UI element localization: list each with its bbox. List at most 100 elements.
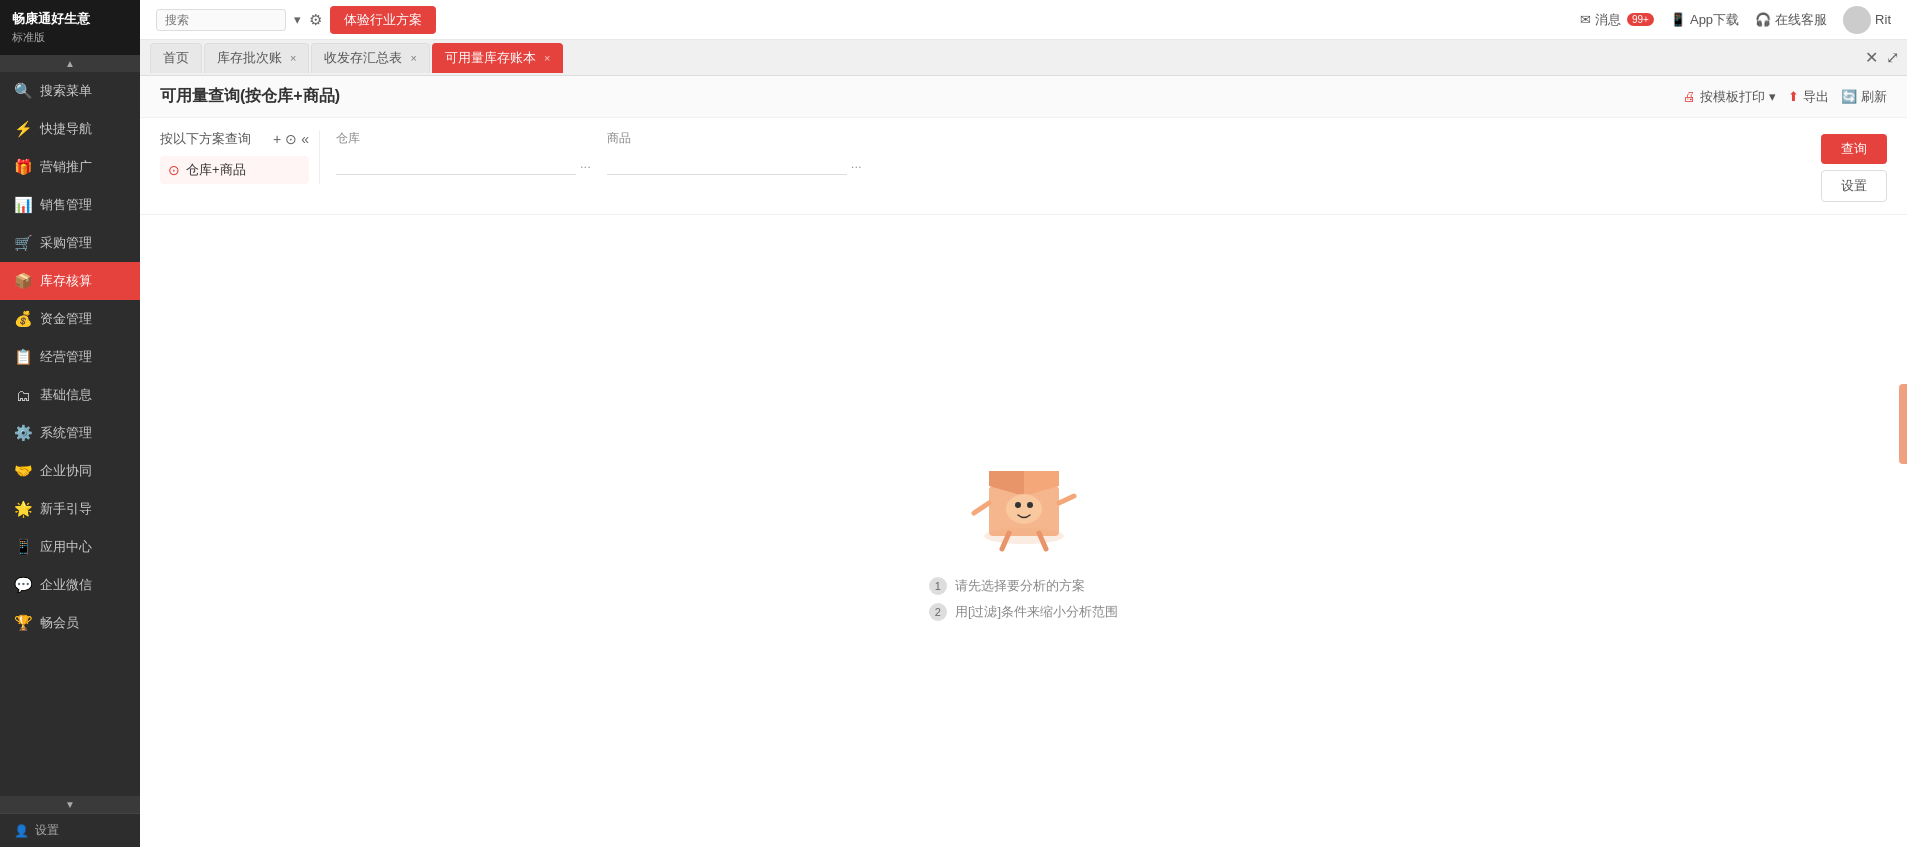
sidebar-item-appcenter[interactable]: 📱 应用中心 (0, 528, 140, 566)
sidebar-icon-sales: 📊 (14, 196, 32, 214)
sidebar-item-operation[interactable]: 📋 经营管理 (0, 338, 140, 376)
collapse-scheme-button[interactable]: « (301, 131, 309, 147)
export-button[interactable]: ⬆ 导出 (1788, 88, 1829, 106)
query-sidebar-header: 按以下方案查询 + ⊙ « (160, 130, 309, 148)
sidebar-icon-quicknav: ⚡ (14, 120, 32, 138)
sidebar-label-marketing: 营销推广 (40, 158, 92, 176)
refresh-label: 刷新 (1861, 88, 1887, 106)
top-header-right: ✉ 消息 99+ 📱 App下载 🎧 在线客服 Rit (1580, 6, 1891, 34)
sidebar-icon-purchase: 🛒 (14, 234, 32, 252)
empty-tips: 1 请先选择要分析的方案 2 用[过滤]条件来缩小分析范围 (929, 577, 1118, 621)
tab-available_ledger[interactable]: 可用量库存账本× (432, 43, 563, 73)
filter-group-product: 商品 ... (607, 130, 862, 175)
sidebar-item-sales[interactable]: 📊 销售管理 (0, 186, 140, 224)
query-scheme-item[interactable]: ⊙ 仓库+商品 (160, 156, 309, 184)
sidebar-bottom-label: 设置 (35, 822, 59, 839)
query-sidebar-header-actions: + ⊙ « (273, 131, 309, 147)
refresh-icon: 🔄 (1841, 89, 1857, 104)
message-badge: 99+ (1627, 13, 1654, 26)
tab-bar-actions: ✕ ⤢ (1865, 48, 1907, 67)
tab-close-batch_account[interactable]: × (290, 52, 296, 64)
filter-label-product: 商品 (607, 130, 862, 147)
close-tab-button[interactable]: ✕ (1865, 48, 1878, 67)
export-icon: ⬆ (1788, 89, 1799, 104)
filter-input-row-warehouse: ... (336, 151, 591, 175)
main-area: ▾ ⚙ 体验行业方案 ✉ 消息 99+ 📱 App下载 🎧 在线客服 Rit (140, 0, 1907, 847)
user-profile-action[interactable]: Rit (1843, 6, 1891, 34)
online-service-label: 在线客服 (1775, 11, 1827, 29)
sidebar-item-marketing[interactable]: 🎁 营销推广 (0, 148, 140, 186)
tab-batch_account[interactable]: 库存批次账× (204, 43, 309, 73)
export-label: 导出 (1803, 88, 1829, 106)
filter-more-warehouse[interactable]: ... (580, 156, 591, 171)
trial-button[interactable]: 体验行业方案 (330, 6, 436, 34)
empty-state: 1 请先选择要分析的方案 2 用[过滤]条件来缩小分析范围 (140, 215, 1907, 847)
right-scroll-hint[interactable] (1899, 384, 1907, 464)
sidebar-scroll-down[interactable]: ▼ (0, 796, 140, 813)
sidebar-item-enterprise[interactable]: 🤝 企业协同 (0, 452, 140, 490)
sidebar-item-guide[interactable]: 🌟 新手引导 (0, 490, 140, 528)
sidebar-label-sales: 销售管理 (40, 196, 92, 214)
print-label: 按模板打印 (1700, 88, 1765, 106)
sidebar-item-basic[interactable]: 🗂 基础信息 (0, 376, 140, 414)
sidebar-item-system[interactable]: ⚙️ 系统管理 (0, 414, 140, 452)
svg-point-6 (1027, 502, 1033, 508)
sidebar-label-basic: 基础信息 (40, 386, 92, 404)
filter-settings-button[interactable]: 设置 (1821, 170, 1887, 202)
sidebar-items: 🔍 搜索菜单 ⚡ 快捷导航 🎁 营销推广 📊 销售管理 🛒 采购管理 📦 库存核… (0, 72, 140, 796)
sidebar-header: 畅康通好生意 标准版 (0, 0, 140, 55)
sidebar-label-inventory: 库存核算 (40, 272, 92, 290)
online-service-action[interactable]: 🎧 在线客服 (1755, 11, 1827, 29)
page-actions: 🖨 按模板打印 ▾ ⬆ 导出 🔄 刷新 (1683, 88, 1887, 106)
headset-icon: 🎧 (1755, 12, 1771, 27)
refresh-button[interactable]: 🔄 刷新 (1841, 88, 1887, 106)
sidebar-icon-appcenter: 📱 (14, 538, 32, 556)
tip-text-2: 用[过滤]条件来缩小分析范围 (955, 603, 1118, 621)
sidebar-scroll-up[interactable]: ▲ (0, 55, 140, 72)
query-button[interactable]: 查询 (1821, 134, 1887, 164)
sidebar-label-member: 畅会员 (40, 614, 79, 632)
tab-close-collection_summary[interactable]: × (410, 52, 416, 64)
sidebar-item-finance[interactable]: 💰 资金管理 (0, 300, 140, 338)
print-button[interactable]: 🖨 按模板打印 ▾ (1683, 88, 1776, 106)
tip-number-2: 2 (929, 603, 947, 621)
app-download-action[interactable]: 📱 App下载 (1670, 11, 1739, 29)
svg-point-5 (1015, 502, 1021, 508)
tab-collection_summary[interactable]: 收发存汇总表× (311, 43, 429, 73)
sidebar-label-system: 系统管理 (40, 424, 92, 442)
tab-home[interactable]: 首页 (150, 43, 202, 73)
sidebar-label-finance: 资金管理 (40, 310, 92, 328)
filter-input-warehouse[interactable] (336, 151, 576, 175)
filter-input-product[interactable] (607, 151, 847, 175)
sidebar-item-purchase[interactable]: 🛒 采购管理 (0, 224, 140, 262)
sidebar-item-quicknav[interactable]: ⚡ 快捷导航 (0, 110, 140, 148)
message-icon: ✉ (1580, 12, 1591, 27)
sidebar-icon-search: 🔍 (14, 82, 32, 100)
message-action[interactable]: ✉ 消息 99+ (1580, 11, 1654, 29)
tip-text-1: 请先选择要分析的方案 (955, 577, 1085, 595)
page-title-bar: 可用量查询(按仓库+商品) 🖨 按模板打印 ▾ ⬆ 导出 🔄 刷新 (140, 76, 1907, 118)
filter-input-row-product: ... (607, 151, 862, 175)
sidebar-item-member[interactable]: 🏆 畅会员 (0, 604, 140, 642)
breadcrumb-chevron-button[interactable]: ▾ (294, 12, 301, 27)
breadcrumb-search-input[interactable] (156, 9, 286, 31)
tab-close-available_ledger[interactable]: × (544, 52, 550, 64)
filter-more-product[interactable]: ... (851, 156, 862, 171)
sidebar-icon-marketing: 🎁 (14, 158, 32, 176)
sidebar-label-purchase: 采购管理 (40, 234, 92, 252)
sidebar-item-wechat[interactable]: 💬 企业微信 (0, 566, 140, 604)
sidebar-icon-operation: 📋 (14, 348, 32, 366)
add-scheme-button[interactable]: + (273, 131, 281, 147)
sidebar-label-search: 搜索菜单 (40, 82, 92, 100)
sidebar-item-search[interactable]: 🔍 搜索菜单 (0, 72, 140, 110)
sidebar-icon-basic: 🗂 (14, 387, 32, 404)
empty-illustration (964, 441, 1084, 561)
settings-scheme-button[interactable]: ⊙ (285, 131, 297, 147)
header-gear-button[interactable]: ⚙ (309, 11, 322, 29)
sidebar-icon-guide: 🌟 (14, 500, 32, 518)
sidebar-item-inventory[interactable]: 📦 库存核算 (0, 262, 140, 300)
query-actions: 查询 设置 (1821, 130, 1887, 202)
expand-tab-button[interactable]: ⤢ (1886, 48, 1899, 67)
message-label: 消息 (1595, 11, 1621, 29)
app-download-label: App下载 (1690, 11, 1739, 29)
